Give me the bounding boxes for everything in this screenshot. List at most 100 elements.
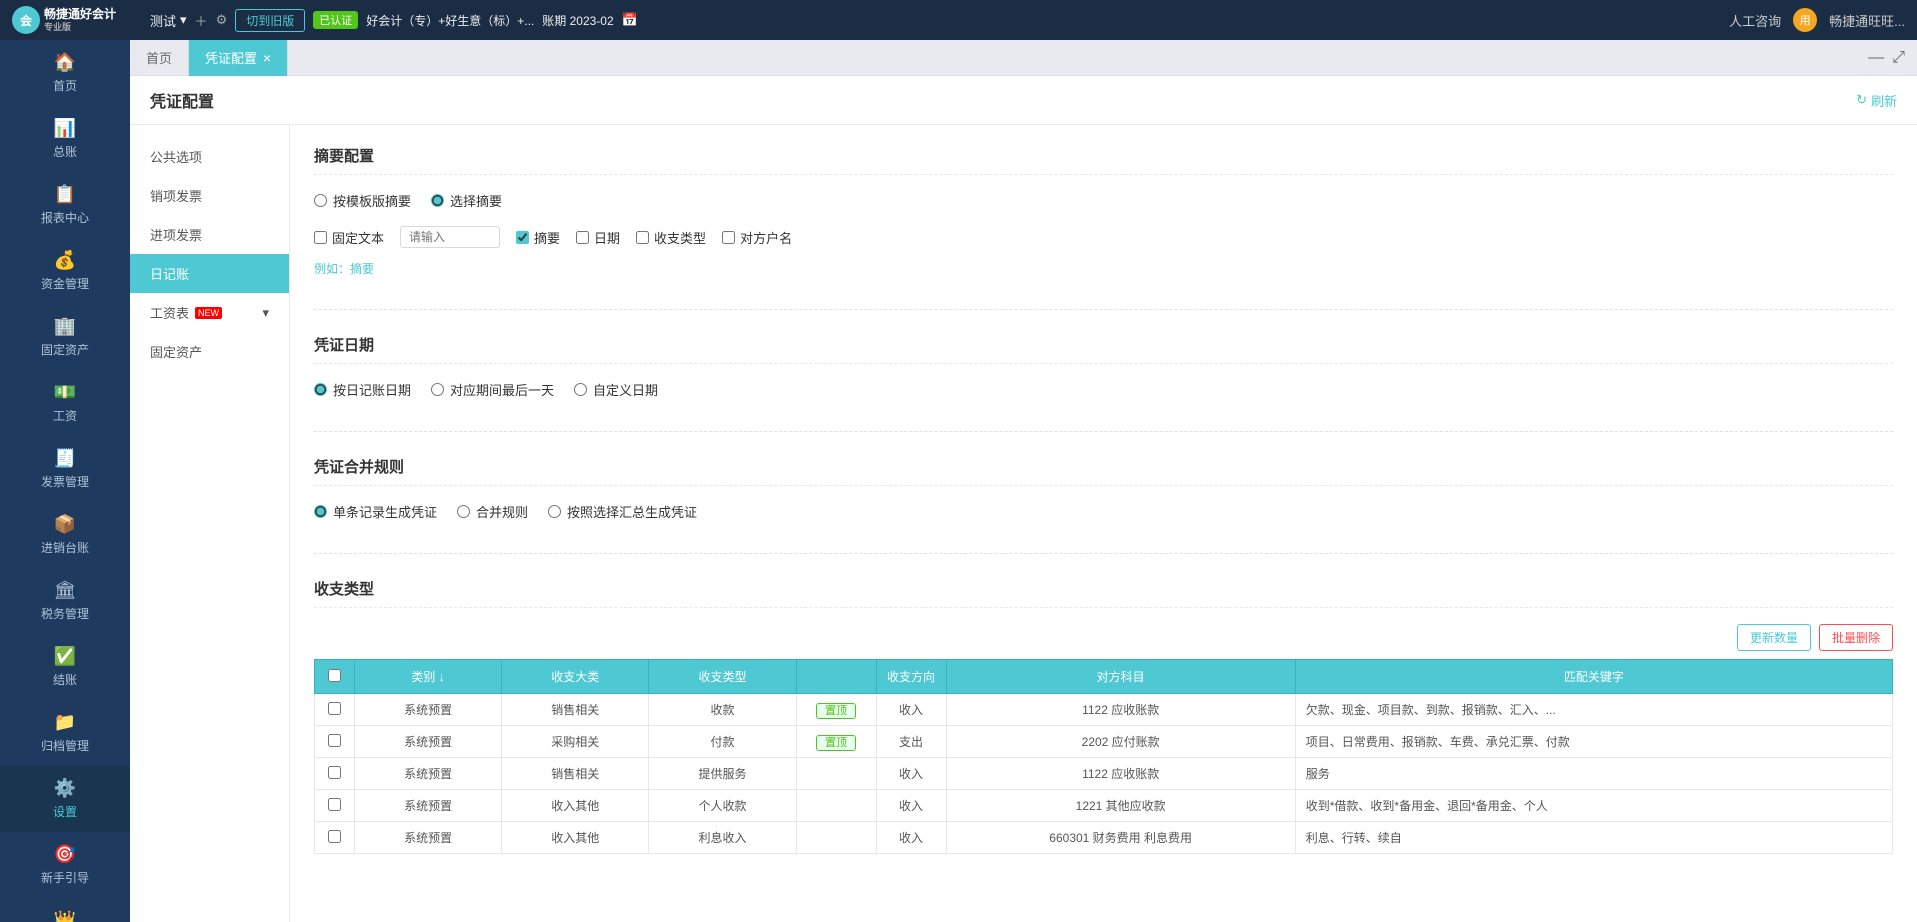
row-tag: [796, 758, 876, 790]
checkbox-fixed-text-label: 固定文本: [332, 228, 384, 247]
checkbox-summary-input[interactable]: [516, 231, 529, 244]
checkbox-date[interactable]: 日期: [576, 228, 620, 247]
col-subject: 对方科目: [946, 660, 1295, 694]
sidebar-item-reports[interactable]: 📋 报表中心: [0, 172, 130, 238]
radio-template-summary[interactable]: 按模板版摘要: [314, 191, 411, 210]
select-all-checkbox[interactable]: [328, 669, 341, 682]
sidebar-item-tax[interactable]: 🏛 税务管理: [0, 568, 130, 634]
fixed-text-input[interactable]: [400, 226, 500, 248]
example-value: 摘要: [350, 262, 374, 276]
row-category: 系统预置: [355, 822, 502, 854]
invoice-icon: 🧾: [54, 448, 76, 469]
row-keywords: 项目、日常费用、报销款、车费、承兑汇票、付款: [1295, 726, 1892, 758]
separator-3: [314, 553, 1893, 554]
radio-select-summary[interactable]: 选择摘要: [431, 191, 502, 210]
radio-period-last-day-input[interactable]: [431, 383, 444, 396]
checkbox-summary[interactable]: 摘要: [516, 228, 560, 247]
test-dropdown[interactable]: 测试 ▾: [150, 11, 187, 30]
row-tag: [796, 822, 876, 854]
radio-custom-date[interactable]: 自定义日期: [574, 380, 658, 399]
left-nav-public[interactable]: 公共选项: [130, 137, 289, 176]
left-nav-fixed-assets[interactable]: 固定资产: [130, 332, 289, 371]
col-direction: 收支方向: [876, 660, 946, 694]
table-row: 系统预置 收入其他 个人收款 收入 1221 其他应收款 收到*借款、收到*备用…: [315, 790, 1893, 822]
update-quantity-btn[interactable]: 更新数量: [1737, 624, 1811, 651]
radio-custom-date-input[interactable]: [574, 383, 587, 396]
left-nav-purchase-invoice[interactable]: 进项发票: [130, 215, 289, 254]
table-header-row: 更新数量 批量删除: [314, 624, 1893, 651]
radio-summary-generate-input[interactable]: [548, 505, 561, 518]
left-nav-journal[interactable]: 日记账: [130, 254, 289, 293]
row-checkbox[interactable]: [328, 702, 341, 715]
radio-single-record-input[interactable]: [314, 505, 327, 518]
checkbox-income-expense-type[interactable]: 收支类型: [636, 228, 706, 247]
tab-voucher-config[interactable]: 凭证配置 ×: [189, 40, 288, 76]
checkbox-fixed-text-input[interactable]: [314, 231, 327, 244]
tab-home[interactable]: 首页: [130, 40, 189, 76]
left-nav-fixed-assets-label: 固定资产: [150, 342, 202, 361]
left-nav-journal-label: 日记账: [150, 264, 189, 283]
batch-delete-btn[interactable]: 批量删除: [1819, 624, 1893, 651]
sidebar-item-label: 税务管理: [41, 605, 89, 622]
user-avatar[interactable]: 用: [1793, 8, 1817, 32]
logo-main-text: 畅捷通好会计: [44, 7, 116, 21]
sidebar-item-newbie[interactable]: 🎯 新手引导: [0, 832, 130, 898]
checkbox-counterparty[interactable]: 对方户名: [722, 228, 792, 247]
right-content: 摘要配置 按模板版摘要 选择摘要: [290, 125, 1917, 922]
radio-journal-date[interactable]: 按日记账日期: [314, 380, 411, 399]
radio-select-summary-input[interactable]: [431, 194, 444, 207]
plus-icon[interactable]: ＋: [195, 11, 208, 30]
radio-merge-rule[interactable]: 合并规则: [457, 502, 528, 521]
help-text[interactable]: 人工咨询: [1729, 11, 1781, 30]
sidebar-item-label: 工资: [53, 407, 77, 424]
checkbox-income-expense-type-input[interactable]: [636, 231, 649, 244]
calendar-icon[interactable]: 📅: [622, 12, 638, 28]
row-checkbox[interactable]: [328, 830, 341, 843]
sidebar-item-settings[interactable]: ⚙️ 设置: [0, 766, 130, 832]
sidebar-item-home[interactable]: 🏠 首页: [0, 40, 130, 106]
sidebar-item-fixed-assets[interactable]: 🏢 固定资产: [0, 304, 130, 370]
pin-top-tag[interactable]: 置顶: [816, 735, 856, 751]
checkbox-date-input[interactable]: [576, 231, 589, 244]
date-section: 凭证日期 按日记账日期 对应期间最后一天: [314, 334, 1893, 399]
tab-minimize-btn[interactable]: —: [1868, 49, 1884, 67]
top-bar-content: 测试 ▾ ＋ ⚙ 切到旧版 已认证 好会计（专）+好生意（标）+... 账期 2…: [150, 9, 1721, 32]
gear-icon[interactable]: ⚙: [216, 12, 228, 28]
sidebar-item-invoice[interactable]: 🧾 发票管理: [0, 436, 130, 502]
row-checkbox[interactable]: [328, 734, 341, 747]
tab-maximize-btn[interactable]: ⤢: [1892, 49, 1905, 67]
sidebar-item-purchase-sales[interactable]: 📦 进销台账: [0, 502, 130, 568]
sidebar-item-label: 固定资产: [41, 341, 89, 358]
radio-template-summary-input[interactable]: [314, 194, 327, 207]
row-direction: 支出: [876, 726, 946, 758]
sidebar: 🏠 首页 📊 总账 📋 报表中心 💰 资金管理 🏢 固定资产 💵 工资 🧾 发票…: [0, 40, 130, 922]
radio-summary-generate[interactable]: 按照选择汇总生成凭证: [548, 502, 697, 521]
radio-single-record[interactable]: 单条记录生成凭证: [314, 502, 437, 521]
row-checkbox[interactable]: [328, 798, 341, 811]
radio-merge-rule-input[interactable]: [457, 505, 470, 518]
tab-close-icon[interactable]: ×: [263, 50, 271, 66]
sidebar-item-label: 设置: [53, 803, 77, 820]
switch-version-btn[interactable]: 切到旧版: [235, 9, 305, 32]
checkbox-fixed-text[interactable]: 固定文本: [314, 228, 384, 247]
checkbox-counterparty-input[interactable]: [722, 231, 735, 244]
row-checkbox[interactable]: [328, 766, 341, 779]
left-nav-sales-invoice[interactable]: 销项发票: [130, 176, 289, 215]
sidebar-item-salary[interactable]: 💵 工资: [0, 370, 130, 436]
date-section-title: 凭证日期: [314, 334, 1893, 364]
sidebar-item-settlement[interactable]: ✅ 结账: [0, 634, 130, 700]
sidebar-item-archive[interactable]: 📁 归档管理: [0, 700, 130, 766]
sidebar-item-label: 进销台账: [41, 539, 89, 556]
good-accounting-text: 好会计（专）+好生意（标）+...: [366, 12, 534, 29]
sidebar-item-ledger[interactable]: 📊 总账: [0, 106, 130, 172]
refresh-btn[interactable]: ↻ 刷新: [1856, 91, 1897, 110]
user-name[interactable]: 畅捷通旺旺...: [1829, 11, 1905, 30]
pin-top-tag[interactable]: 置顶: [816, 703, 856, 719]
new-badge: NEW: [195, 307, 222, 319]
radio-period-last-day[interactable]: 对应期间最后一天: [431, 380, 554, 399]
left-nav-payroll[interactable]: 工资表 NEW ▾: [130, 293, 289, 332]
summary-section-title: 摘要配置: [314, 145, 1893, 175]
sidebar-item-funds[interactable]: 💰 资金管理: [0, 238, 130, 304]
sidebar-item-member[interactable]: 👑 畅会员: [0, 898, 130, 922]
radio-journal-date-input[interactable]: [314, 383, 327, 396]
